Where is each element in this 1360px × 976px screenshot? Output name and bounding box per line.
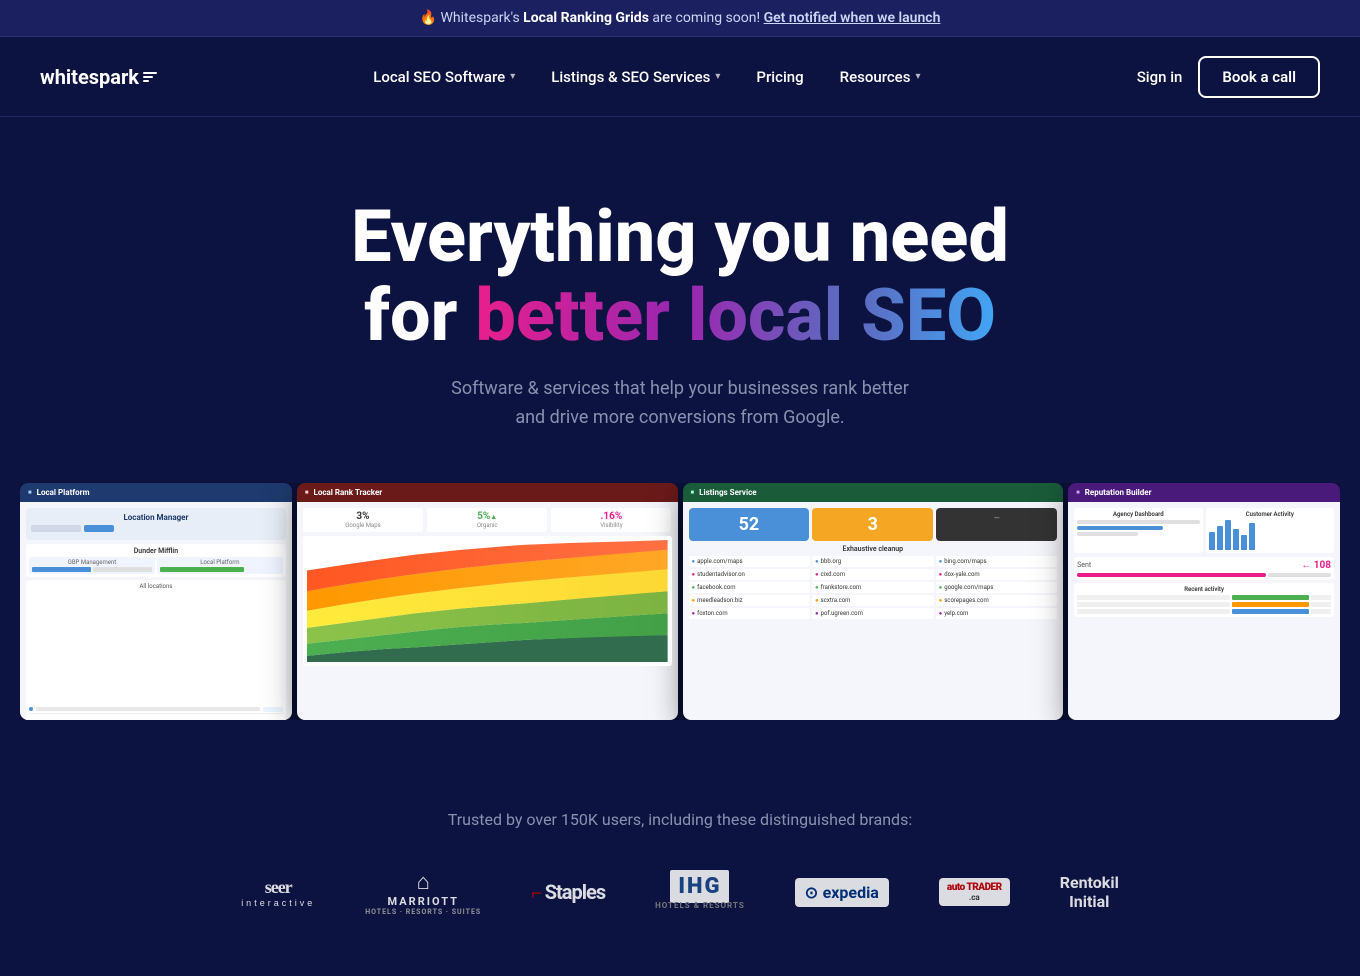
announcement-text-after: are coming soon! [652, 10, 763, 26]
locations-list: All locations {["Dunder Mifflin Paper","… [26, 580, 286, 720]
hero-line2: for better local SEO [20, 276, 1340, 355]
screenshot-label-4: Reputation Builder [1085, 488, 1152, 497]
nav-item-seo-software[interactable]: Local SEO Software ▾ [359, 60, 529, 94]
logo[interactable]: whitespark [40, 65, 157, 89]
location-manager-header: Location Manager [26, 508, 286, 540]
nav-label-resources: Resources [840, 68, 911, 86]
screenshot-label-3: Listings Service [699, 488, 756, 497]
brands-row: seer interactive ⌂ MARRIOTT HOTELS · RES… [20, 869, 1340, 916]
listings-grid: ● apple.com/maps ● bbb.org ● bing.com/ma… [689, 556, 1058, 619]
listings-count1: 52 [699, 514, 800, 535]
screenshot-local-platform: ■ Local Platform Location Manager Dunder… [20, 483, 292, 720]
autotrader-logo: auto TRADER .ca [939, 878, 1010, 906]
nav-item-listings[interactable]: Listings & SEO Services ▾ [537, 60, 734, 94]
brand-autotrader: auto TRADER .ca [939, 878, 1010, 906]
brand-staples: ⌐ Staples [531, 880, 605, 904]
hero-word-better: better [475, 273, 670, 358]
book-call-button[interactable]: Book a call [1198, 56, 1320, 98]
screenshot-label-1: Local Platform [37, 488, 90, 497]
listings-cleanup-label: Exhaustive cleanup [689, 545, 1058, 553]
screenshot-label-2: Local Rank Tracker [314, 488, 383, 497]
listings-count2: 3 [822, 514, 923, 535]
staples-logo: ⌐ Staples [531, 880, 605, 904]
brand-ihg: IHG HOTELS & RESORTS [655, 874, 745, 910]
chevron-down-icon: ▾ [715, 71, 720, 82]
main-nav: whitespark Local SEO Software ▾ Listings… [0, 37, 1360, 117]
nav-label-seo-software: Local SEO Software [373, 68, 505, 86]
screenshot-rank-tracker: ■ Local Rank Tracker 3% Google Maps 5%▲ … [297, 483, 678, 720]
screenshot-header-4: ■ Reputation Builder [1068, 483, 1340, 502]
rank-chart [303, 536, 672, 666]
hero-word-for: for [364, 273, 457, 358]
screenshot-header-1: ■ Local Platform [20, 483, 292, 502]
seer-logo: seer interactive [241, 877, 315, 908]
reputation-stat-row: Sent ← 108 [1074, 557, 1334, 580]
ihg-logo: IHG HOTELS & RESORTS [655, 874, 745, 910]
announcement-bold: Local Ranking Grids [523, 10, 649, 26]
location-manager-title: Location Manager [31, 513, 281, 522]
announcement-text: Whitespark's [440, 10, 523, 26]
brand-marriott: ⌂ MARRIOTT HOTELS · RESORTS · SUITES [365, 869, 481, 916]
screenshot-body-1: Location Manager Dunder Mifflin GBP Mana… [20, 502, 292, 720]
listings-badge: ■ [691, 489, 695, 496]
chevron-down-icon: ▾ [915, 71, 920, 82]
platform-badge: ■ [28, 489, 32, 496]
screenshot-reputation: ■ Reputation Builder Agency Dashboard Cu… [1068, 483, 1340, 720]
nav-item-resources[interactable]: Resources ▾ [826, 60, 935, 94]
trusted-label: Trusted by over 150K users, including th… [20, 810, 1340, 829]
nav-item-pricing[interactable]: Pricing [742, 60, 817, 94]
screenshot-header-2: ■ Local Rank Tracker [297, 483, 678, 502]
nav-link-resources[interactable]: Resources ▾ [826, 60, 935, 94]
reputation-badge: ■ [1076, 489, 1080, 496]
fire-emoji: 🔥 [420, 10, 437, 26]
nav-link-listings[interactable]: Listings & SEO Services ▾ [537, 60, 734, 94]
spark-icon [143, 72, 157, 82]
screenshots-row: ■ Local Platform Location Manager Dunder… [20, 483, 1340, 720]
sign-in-link[interactable]: Sign in [1137, 68, 1183, 86]
reputation-panels: Agency Dashboard Customer Activity [1074, 508, 1334, 553]
nav-link-pricing[interactable]: Pricing [742, 60, 817, 94]
screenshot-header-3: ■ Listings Service [683, 483, 1064, 502]
listings-stat3: — [946, 514, 1047, 523]
nav-links: Local SEO Software ▾ Listings & SEO Serv… [359, 60, 934, 94]
marriott-logo: ⌂ MARRIOTT HOTELS · RESORTS · SUITES [365, 869, 481, 916]
brand-expedia: ⊙ expedia [795, 878, 889, 907]
tracker-stats: 3% Google Maps 5%▲ Organic .16% Visibili… [303, 508, 672, 532]
reputation-activity: Recent activity [1074, 583, 1334, 617]
hero-line1: Everything you need [20, 197, 1340, 276]
hero-word-local: local [688, 273, 843, 358]
nav-label-pricing: Pricing [756, 68, 803, 86]
hero-subtitle-line1: Software & services that help your busin… [451, 378, 909, 399]
listings-stats: 52 3 — [689, 508, 1058, 541]
hero-subtitle-line2: and drive more conversions from Google. [515, 407, 844, 428]
filter-row [31, 525, 281, 532]
screenshot-body-3: 52 3 — Exhaustive cleanup ● apple.com/ma… [683, 502, 1064, 720]
dunder-mifflin-row: Dunder Mifflin GBP Management Local Plat… [26, 544, 286, 577]
brand-rentokil: Rentokil Initial [1060, 873, 1119, 911]
hero-subtitle: Software & services that help your busin… [20, 375, 1340, 433]
nav-actions: Sign in Book a call [1137, 56, 1320, 98]
tracker-badge: ■ [305, 489, 309, 496]
brand-seer: seer interactive [241, 877, 315, 908]
screenshot-listings: ■ Listings Service 52 3 — Exhaus [683, 483, 1064, 720]
chevron-down-icon: ▾ [510, 71, 515, 82]
screenshot-body-2: 3% Google Maps 5%▲ Organic .16% Visibili… [297, 502, 678, 720]
nav-label-listings: Listings & SEO Services [551, 68, 710, 86]
logo-text: whitespark [40, 65, 139, 89]
hero-word-seo: SEO [861, 273, 996, 358]
rentokil-logo: Rentokil Initial [1060, 873, 1119, 911]
trusted-section: Trusted by over 150K users, including th… [0, 770, 1360, 976]
hero-headline: Everything you need for better local SEO [20, 197, 1340, 355]
screenshot-body-4: Agency Dashboard Customer Activity [1068, 502, 1340, 720]
expedia-logo: ⊙ expedia [795, 878, 889, 907]
announcement-bar: 🔥 Whitespark's Local Ranking Grids are c… [0, 0, 1360, 37]
nav-link-seo-software[interactable]: Local SEO Software ▾ [359, 60, 529, 94]
hero-section: Everything you need for better local SEO… [0, 117, 1360, 770]
announcement-link[interactable]: Get notified when we launch [764, 10, 941, 26]
